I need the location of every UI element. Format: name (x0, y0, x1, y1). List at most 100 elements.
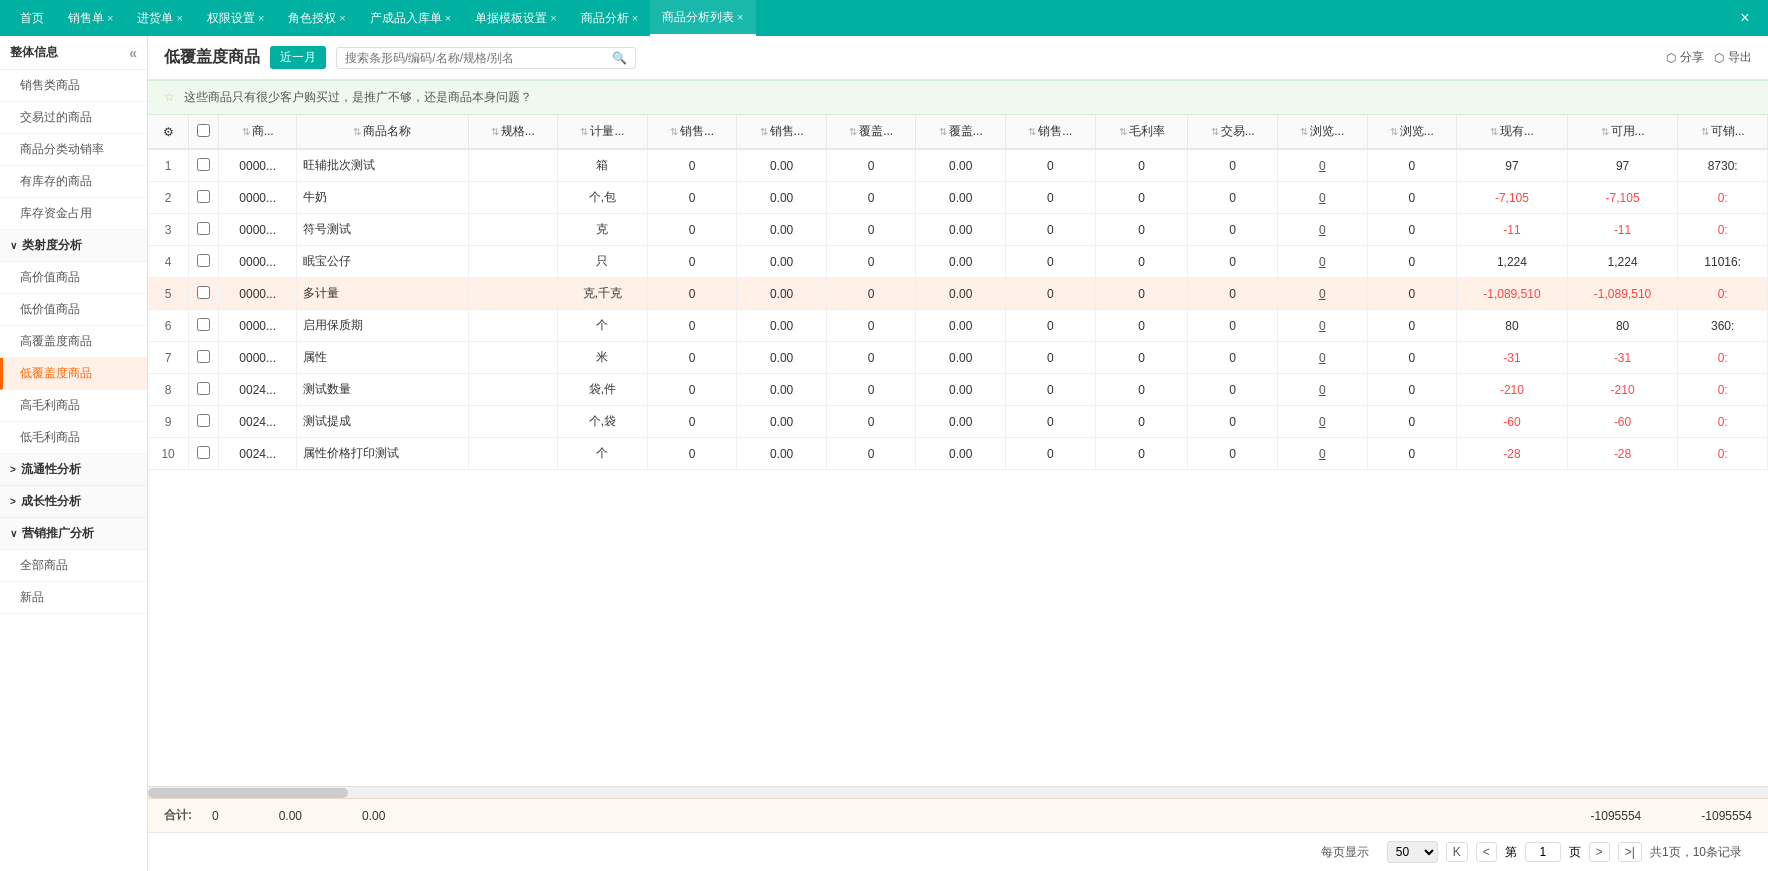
cell-name[interactable]: 牛奶 (297, 182, 468, 214)
row-checkbox[interactable] (197, 350, 210, 363)
th-unit[interactable]: ⇅计量... (558, 115, 648, 149)
cell-checkbox[interactable] (189, 438, 219, 470)
prev-page-button[interactable]: < (1476, 842, 1497, 862)
th-coverage2[interactable]: ⇅覆盖... (916, 115, 1006, 149)
nav-analysis-close[interactable]: × (632, 12, 638, 24)
sidebar-item-high-value[interactable]: 高价值商品 (0, 262, 147, 294)
nav-warehouse[interactable]: 产成品入库单 × (358, 0, 463, 36)
select-all-checkbox[interactable] (197, 124, 210, 137)
cell-name[interactable]: 属性价格打印测试 (297, 438, 468, 470)
sidebar-group-coverage[interactable]: ∨ 类射度分析 (0, 230, 147, 262)
scrollbar-thumb[interactable] (148, 788, 348, 798)
th-browse2[interactable]: ⇅浏览... (1367, 115, 1457, 149)
cell-browse1[interactable]: 0 (1277, 182, 1367, 214)
first-page-button[interactable]: K (1446, 842, 1468, 862)
th-sales3[interactable]: ⇅销售... (1006, 115, 1096, 149)
cell-checkbox[interactable] (189, 342, 219, 374)
sidebar-item-low-coverage[interactable]: 低覆盖度商品 (0, 358, 147, 390)
cell-name[interactable]: 启用保质期 (297, 310, 468, 342)
th-current[interactable]: ⇅现有... (1457, 115, 1568, 149)
th-margin[interactable]: ⇅毛利率 (1095, 115, 1188, 149)
sidebar-item-stock-capital[interactable]: 库存资金占用 (0, 198, 147, 230)
cell-checkbox[interactable] (189, 374, 219, 406)
row-checkbox[interactable] (197, 254, 210, 267)
cell-name[interactable]: 测试数量 (297, 374, 468, 406)
th-trade[interactable]: ⇅交易... (1188, 115, 1278, 149)
th-spec[interactable]: ⇅规格... (468, 115, 558, 149)
row-checkbox[interactable] (197, 318, 210, 331)
cell-checkbox[interactable] (189, 246, 219, 278)
nav-analysis[interactable]: 商品分析 × (569, 0, 650, 36)
share-button[interactable]: ⬡ 分享 (1666, 49, 1704, 66)
cell-name[interactable]: 多计量 (297, 278, 468, 310)
cell-name[interactable]: 属性 (297, 342, 468, 374)
th-coverage1[interactable]: ⇅覆盖... (826, 115, 916, 149)
th-name[interactable]: ⇅商品名称 (297, 115, 468, 149)
nav-role[interactable]: 角色授权 × (276, 0, 357, 36)
sidebar-item-low-value[interactable]: 低价值商品 (0, 294, 147, 326)
sidebar-collapse-button[interactable]: « (129, 45, 137, 61)
page-number-input[interactable] (1525, 842, 1561, 862)
cell-browse1[interactable]: 0 (1277, 342, 1367, 374)
cell-checkbox[interactable] (189, 182, 219, 214)
nav-warehouse-close[interactable]: × (445, 12, 451, 24)
sidebar-item-sales-goods[interactable]: 销售类商品 (0, 70, 147, 102)
th-sellable[interactable]: ⇅可销... (1678, 115, 1768, 149)
nav-analysis-list[interactable]: 商品分析列表 × (650, 0, 755, 36)
row-checkbox[interactable] (197, 382, 210, 395)
sidebar-item-category-rate[interactable]: 商品分类动销率 (0, 134, 147, 166)
nav-template[interactable]: 单据模板设置 × (463, 0, 568, 36)
horizontal-scrollbar[interactable] (148, 786, 1768, 798)
nav-template-close[interactable]: × (550, 12, 556, 24)
nav-purchase[interactable]: 进货单 × (125, 0, 194, 36)
page-size-select[interactable]: 50 100 200 (1387, 841, 1438, 863)
cell-checkbox[interactable] (189, 214, 219, 246)
sidebar-item-traded-goods[interactable]: 交易过的商品 (0, 102, 147, 134)
cell-browse1[interactable]: 0 (1277, 246, 1367, 278)
sidebar-item-high-coverage[interactable]: 高覆盖度商品 (0, 326, 147, 358)
period-button[interactable]: 近一月 (270, 46, 326, 69)
nav-permission-close[interactable]: × (258, 12, 264, 24)
cell-checkbox[interactable] (189, 310, 219, 342)
row-checkbox[interactable] (197, 286, 210, 299)
nav-permission[interactable]: 权限设置 × (195, 0, 276, 36)
cell-browse1[interactable]: 0 (1277, 406, 1367, 438)
th-checkbox[interactable] (189, 115, 219, 149)
window-close-button[interactable]: × (1730, 0, 1760, 36)
row-checkbox[interactable] (197, 190, 210, 203)
sidebar-item-low-margin[interactable]: 低毛利商品 (0, 422, 147, 454)
cell-browse1[interactable]: 0 (1277, 438, 1367, 470)
th-sales-qty[interactable]: ⇅销售... (647, 115, 737, 149)
cell-checkbox[interactable] (189, 149, 219, 182)
row-checkbox[interactable] (197, 158, 210, 171)
sidebar-item-all-goods[interactable]: 全部商品 (0, 550, 147, 582)
sidebar-item-new-goods[interactable]: 新品 (0, 582, 147, 614)
last-page-button[interactable]: >| (1618, 842, 1642, 862)
sidebar-group-flow[interactable]: > 流通性分析 (0, 454, 147, 486)
cell-name[interactable]: 旺辅批次测试 (297, 149, 468, 182)
sidebar-group-marketing[interactable]: ∨ 营销推广分析 (0, 518, 147, 550)
nav-role-close[interactable]: × (339, 12, 345, 24)
cell-browse1[interactable]: 0 (1277, 214, 1367, 246)
sidebar-group-growth[interactable]: > 成长性分析 (0, 486, 147, 518)
sidebar-item-stock-goods[interactable]: 有库存的商品 (0, 166, 147, 198)
th-code[interactable]: ⇅商... (219, 115, 297, 149)
export-button[interactable]: ⬡ 导出 (1714, 49, 1752, 66)
nav-sales[interactable]: 销售单 × (56, 0, 125, 36)
th-browse1[interactable]: ⇅浏览... (1277, 115, 1367, 149)
cell-name[interactable]: 符号测试 (297, 214, 468, 246)
next-page-button[interactable]: > (1589, 842, 1610, 862)
nav-purchase-close[interactable]: × (176, 12, 182, 24)
cell-name[interactable]: 眠宝公仔 (297, 246, 468, 278)
nav-sales-close[interactable]: × (107, 12, 113, 24)
th-settings[interactable]: ⚙ (148, 115, 189, 149)
cell-checkbox[interactable] (189, 406, 219, 438)
sidebar-overall-section[interactable]: 整体信息 « (0, 36, 147, 70)
nav-home[interactable]: 首页 (8, 0, 56, 36)
th-available[interactable]: ⇅可用... (1567, 115, 1678, 149)
cell-checkbox[interactable] (189, 278, 219, 310)
search-input[interactable] (345, 51, 608, 65)
cell-browse1[interactable]: 0 (1277, 149, 1367, 182)
th-sales-amt[interactable]: ⇅销售... (737, 115, 827, 149)
row-checkbox[interactable] (197, 222, 210, 235)
